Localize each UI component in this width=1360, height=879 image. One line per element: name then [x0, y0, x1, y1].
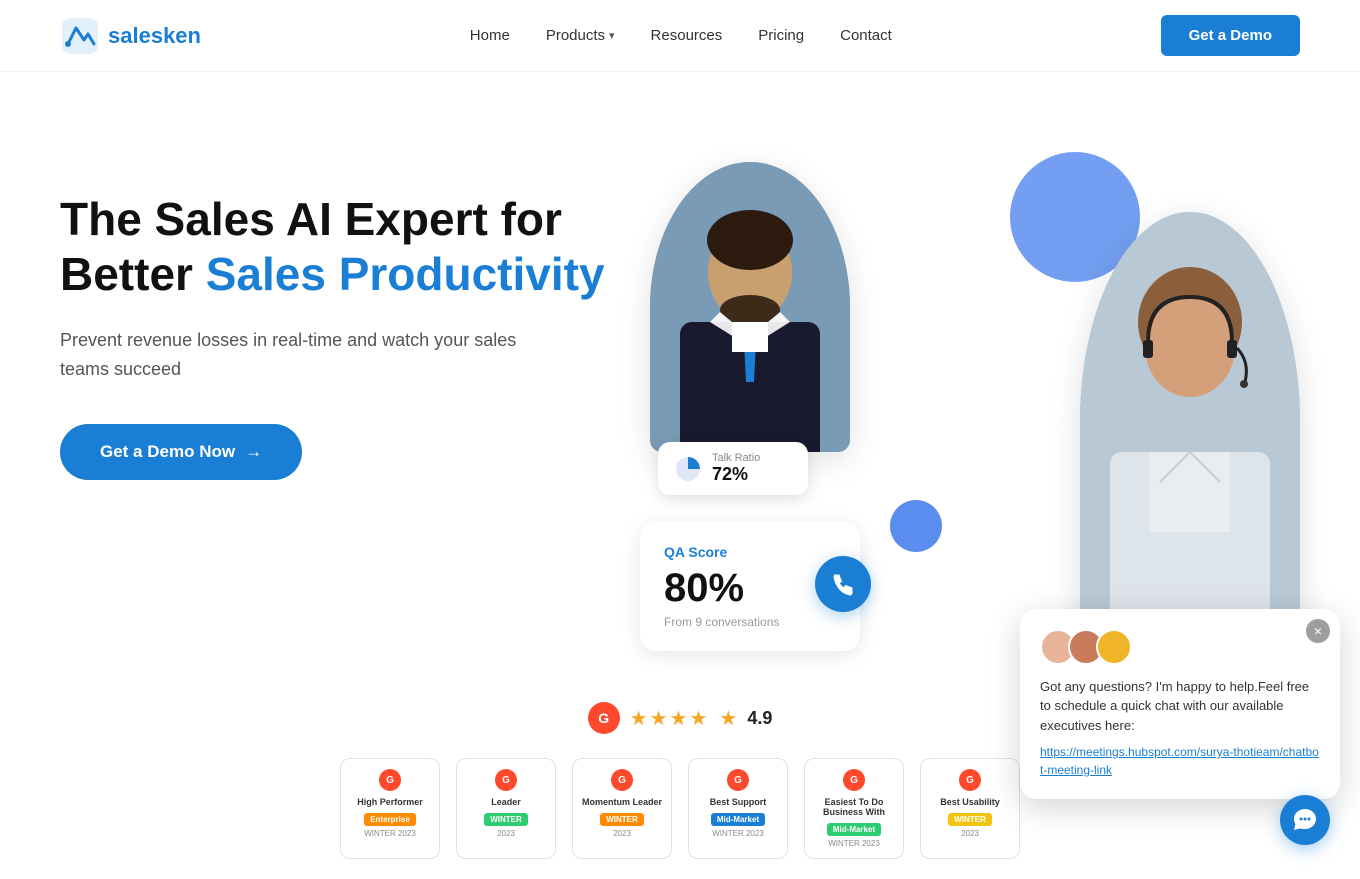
arrow-icon: → — [245, 442, 262, 462]
decorative-circle-blue-small — [890, 500, 942, 552]
badge-leader: G Leader WINTER 2023 — [456, 758, 556, 859]
badge-year: 2023 — [465, 829, 547, 838]
g2-badge-icon: G — [495, 769, 517, 791]
qa-score-value: 80% — [664, 566, 836, 611]
hero-title: The Sales AI Expert for Better Sales Pro… — [60, 192, 640, 302]
sales-rep-photo — [650, 162, 850, 452]
chat-avatars — [1040, 629, 1320, 665]
g2-badge-icon: G — [611, 769, 633, 791]
badge-high-performer: G High Performer Enterprise WINTER 2023 — [340, 758, 440, 859]
g2-logo: G — [588, 702, 620, 734]
g2-badge-icon: G — [727, 769, 749, 791]
chat-message: Got any questions? I'm happy to help.Fee… — [1040, 677, 1320, 736]
badge-type: Mid-Market — [711, 813, 765, 826]
badge-type: WINTER — [948, 813, 992, 826]
chat-link[interactable]: https://meetings.hubspot.com/surya-thoti… — [1040, 745, 1319, 777]
badge-year: 2023 — [581, 829, 663, 838]
g2-badge-icon: G — [379, 769, 401, 791]
nav-home[interactable]: Home — [470, 27, 510, 45]
nav-get-demo-button[interactable]: Get a Demo — [1161, 15, 1300, 56]
badge-year: WINTER 2023 — [697, 829, 779, 838]
logo-icon — [60, 16, 100, 56]
qa-score-sub: From 9 conversations — [664, 615, 836, 629]
hero-section: The Sales AI Expert for Better Sales Pro… — [0, 72, 1360, 672]
agent-photo — [1080, 212, 1300, 632]
agent-img — [1080, 212, 1300, 632]
nav-products-link[interactable]: Products ▾ — [546, 27, 615, 44]
g2-badge-icon: G — [959, 769, 981, 791]
badge-type: Mid-Market — [827, 823, 881, 836]
nav-home-link[interactable]: Home — [470, 27, 510, 44]
badge-title: Easiest To Do Business With — [813, 797, 895, 817]
chevron-down-icon: ▾ — [609, 29, 615, 42]
badge-title: Best Usability — [929, 797, 1011, 807]
nav-resources[interactable]: Resources — [651, 27, 723, 45]
nav-products[interactable]: Products ▾ — [546, 27, 615, 44]
badge-type: WINTER — [484, 813, 528, 826]
phone-icon-badge — [815, 556, 871, 612]
badge-title: Momentum Leader — [581, 797, 663, 807]
badge-year: 2023 — [929, 829, 1011, 838]
phone-icon — [829, 570, 857, 598]
star-icons: ★★★★ — [630, 706, 710, 731]
badge-best-usability: G Best Usability WINTER 2023 — [920, 758, 1020, 859]
badge-title: Best Support — [697, 797, 779, 807]
badges-row: G High Performer Enterprise WINTER 2023 … — [340, 758, 1020, 859]
badge-title: High Performer — [349, 797, 431, 807]
qa-score-label: QA Score — [664, 544, 836, 560]
badge-year: WINTER 2023 — [349, 829, 431, 838]
hero-cta-button[interactable]: Get a Demo Now → — [60, 424, 302, 480]
nav-resources-link[interactable]: Resources — [651, 27, 723, 44]
badge-best-support: G Best Support Mid-Market WINTER 2023 — [688, 758, 788, 859]
badge-type: Enterprise — [364, 813, 416, 826]
chat-close-button[interactable]: × — [1306, 619, 1330, 643]
nav-pricing-link[interactable]: Pricing — [758, 27, 804, 44]
g2-rating: G ★★★★ ★ 4.9 — [588, 702, 773, 734]
talk-ratio-value: 72% — [712, 464, 760, 485]
nav-contact-link[interactable]: Contact — [840, 27, 892, 44]
chat-avatar-3 — [1096, 629, 1132, 665]
pie-chart-icon — [674, 455, 702, 483]
badge-easiest: G Easiest To Do Business With Mid-Market… — [804, 758, 904, 859]
logo-text: salesken — [108, 23, 201, 49]
half-star-icon: ★ — [719, 706, 737, 731]
rating-number: 4.9 — [747, 708, 772, 729]
talk-ratio-label: Talk Ratio — [712, 452, 760, 464]
g2-badge-icon: G — [843, 769, 865, 791]
sales-rep-img — [650, 162, 850, 452]
badge-type: WINTER — [600, 813, 644, 826]
chat-bubble-button[interactable] — [1280, 795, 1330, 845]
talk-ratio-badge: Talk Ratio 72% — [658, 442, 808, 495]
hero-subtitle: Prevent revenue losses in real-time and … — [60, 326, 540, 384]
hero-left: The Sales AI Expert for Better Sales Pro… — [60, 132, 640, 480]
nav-contact[interactable]: Contact — [840, 27, 892, 45]
nav-pricing[interactable]: Pricing — [758, 27, 804, 45]
badge-title: Leader — [465, 797, 547, 807]
navbar: salesken Home Products ▾ Resources Prici… — [0, 0, 1360, 72]
badge-year: WINTER 2023 — [813, 839, 895, 848]
chat-widget: × Got any questions? I'm happy to help.F… — [1020, 609, 1340, 800]
badge-momentum: G Momentum Leader WINTER 2023 — [572, 758, 672, 859]
logo[interactable]: salesken — [60, 16, 201, 56]
hero-right: Talk Ratio 72% QA Score 80% From 9 conve… — [640, 132, 1300, 672]
nav-links: Home Products ▾ Resources Pricing Contac… — [470, 27, 892, 45]
chat-bubble-icon — [1292, 807, 1318, 833]
